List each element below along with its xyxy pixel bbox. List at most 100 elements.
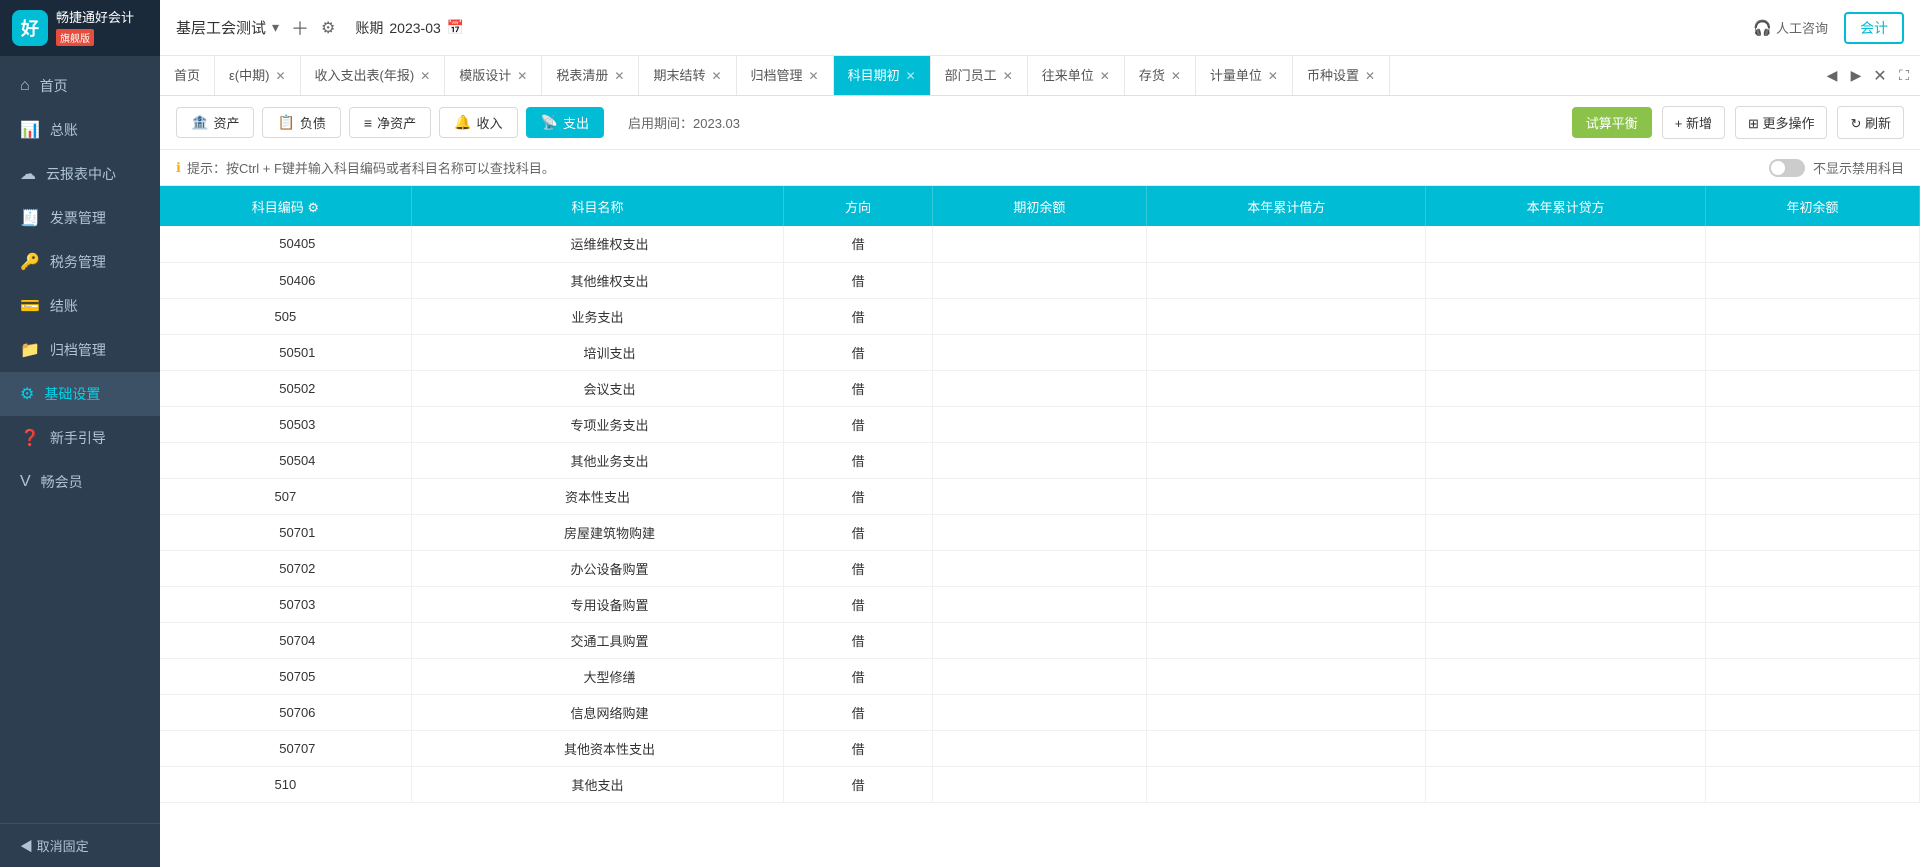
calendar-icon[interactable]: 📅 [447, 19, 464, 36]
sidebar-item-畅会员[interactable]: V畅会员 [0, 460, 160, 504]
tab-close-3[interactable]: ✕ [517, 56, 527, 96]
tab-10[interactable]: 存货✕ [1125, 56, 1196, 96]
tab-close-2[interactable]: ✕ [420, 56, 430, 96]
sidebar-item-云报表中心[interactable]: ☁云报表中心 [0, 152, 160, 196]
tab-12[interactable]: 币种设置✕ [1293, 56, 1390, 96]
tab-close-10[interactable]: ✕ [1171, 56, 1181, 96]
sidebar-nav: ⌂首页📊总账☁云报表中心🧾发票管理🔑税务管理💳结账📁归档管理⚙基础设置❓新手引导… [0, 56, 160, 823]
consulting-btn[interactable]: 🎧 人工咨询 [1753, 18, 1828, 37]
sidebar-label-9: 畅会员 [41, 472, 83, 492]
col-header-2: 方向 [784, 186, 933, 226]
table-row[interactable]: 50705大型修缮借 [160, 658, 1920, 694]
cell-name-11: 交通工具购置 [411, 622, 784, 658]
more-btn[interactable]: ⊞ 更多操作 [1735, 106, 1828, 139]
sidebar-item-结账[interactable]: 💳结账 [0, 284, 160, 328]
cell-dir-15: 借 [784, 766, 933, 802]
tab-8[interactable]: 部门员工✕ [931, 56, 1028, 96]
cell-name-3: 培训支出 [411, 334, 784, 370]
sidebar-item-新手引导[interactable]: ❓新手引导 [0, 416, 160, 460]
tab-7[interactable]: 科目期初✕ [834, 56, 931, 96]
col-header-1: 科目名称 [411, 186, 784, 226]
tab-11[interactable]: 计量单位✕ [1196, 56, 1293, 96]
accounts-table-wrapper: 科目编码 ⚙科目名称方向期初余额本年累计借方本年累计贷方年初余额 50405运维… [160, 186, 1920, 867]
sub-tab-负债[interactable]: 📋负债 [262, 107, 340, 138]
table-row[interactable]: 50703专用设备购置借 [160, 586, 1920, 622]
tab-1[interactable]: ε(中期)✕ [215, 56, 301, 96]
cell-dir-3: 借 [784, 334, 933, 370]
cell-name-1: 其他维权支出 [411, 262, 784, 298]
tab-close-12[interactable]: ✕ [1365, 56, 1375, 96]
sub-tab-收入[interactable]: 🔔收入 [439, 107, 517, 138]
cell-val-8-2 [1426, 514, 1705, 550]
cell-dir-10: 借 [784, 586, 933, 622]
tab-0[interactable]: 首页 [160, 56, 215, 96]
cell-val-8-3 [1705, 514, 1919, 550]
table-row[interactable]: 50405运维维权支出借 [160, 226, 1920, 262]
table-row[interactable]: 50706信息网络购建借 [160, 694, 1920, 730]
sub-tab-净资产[interactable]: ≡净资产 [349, 107, 431, 138]
cell-val-1-0 [932, 262, 1146, 298]
tab-close-6[interactable]: ✕ [809, 56, 819, 96]
tab-expand-btn[interactable]: ⛶ [1892, 64, 1916, 88]
tab-4[interactable]: 税表清册✕ [542, 56, 639, 96]
sidebar-item-总账[interactable]: 📊总账 [0, 108, 160, 152]
table-row[interactable]: 50501培训支出借 [160, 334, 1920, 370]
table-row[interactable]: 50503专项业务支出借 [160, 406, 1920, 442]
tabs-bar: 首页ε(中期)✕收入支出表(年报)✕模版设计✕税表清册✕期末结转✕归档管理✕科目… [160, 56, 1920, 96]
tab-next-btn[interactable]: ▶ [1844, 64, 1868, 88]
table-row[interactable]: 50504其他业务支出借 [160, 442, 1920, 478]
sub-tab-label-2: 净资产 [377, 113, 416, 132]
settings-btn[interactable]: ⚙ [321, 18, 335, 38]
cell-val-6-2 [1426, 442, 1705, 478]
table-row[interactable]: 50704交通工具购置借 [160, 622, 1920, 658]
sidebar-item-发票管理[interactable]: 🧾发票管理 [0, 196, 160, 240]
sidebar-item-首页[interactable]: ⌂首页 [0, 64, 160, 108]
sidebar-icon-4: 🔑 [20, 252, 40, 272]
refresh-btn[interactable]: ↻ 刷新 [1837, 106, 1904, 139]
tab-6[interactable]: 归档管理✕ [737, 56, 834, 96]
tab-close-11[interactable]: ✕ [1268, 56, 1278, 96]
trial-balance-btn[interactable]: 试算平衡 [1572, 107, 1652, 138]
sidebar-icon-3: 🧾 [20, 208, 40, 228]
tab-3[interactable]: 模版设计✕ [445, 56, 542, 96]
tab-9[interactable]: 往来单位✕ [1028, 56, 1125, 96]
sub-tab-资产[interactable]: 🏦资产 [176, 107, 254, 138]
tab-5[interactable]: 期末结转✕ [639, 56, 736, 96]
table-row[interactable]: 50502会议支出借 [160, 370, 1920, 406]
col-header-3: 期初余额 [932, 186, 1146, 226]
sub-tab-支出[interactable]: 📡支出 [526, 107, 604, 138]
tab-prev-btn[interactable]: ◀ [1820, 64, 1844, 88]
sidebar-item-税务管理[interactable]: 🔑税务管理 [0, 240, 160, 284]
cell-dir-12: 借 [784, 658, 933, 694]
cell-code-5: 50503 [160, 406, 411, 442]
tab-2[interactable]: 收入支出表(年报)✕ [301, 56, 446, 96]
period-label: 账期 [355, 18, 383, 38]
table-row[interactable]: 50707其他资本性支出借 [160, 730, 1920, 766]
tab-close-all-btn[interactable]: ✕ [1868, 64, 1892, 88]
company-dropdown-btn[interactable]: ▾ [272, 19, 279, 36]
table-row[interactable]: 50702办公设备购置借 [160, 550, 1920, 586]
table-row[interactable]: 505业务支出借 [160, 298, 1920, 334]
sidebar-item-归档管理[interactable]: 📁归档管理 [0, 328, 160, 372]
tab-close-5[interactable]: ✕ [711, 56, 721, 96]
sidebar-label-0: 首页 [40, 76, 68, 96]
cell-val-7-2 [1426, 478, 1705, 514]
cell-val-2-0 [932, 298, 1146, 334]
table-row[interactable]: 50406其他维权支出借 [160, 262, 1920, 298]
cell-code-1: 50406 [160, 262, 411, 298]
table-row[interactable]: 50701房屋建筑物购建借 [160, 514, 1920, 550]
sidebar-collapse-btn[interactable]: ◀ 取消固定 [0, 823, 160, 867]
tab-close-8[interactable]: ✕ [1003, 56, 1013, 96]
add-btn[interactable]: + 新增 [1662, 106, 1725, 139]
add-company-btn[interactable]: ＋ [291, 15, 309, 41]
disable-toggle[interactable] [1769, 159, 1805, 177]
table-row[interactable]: 510其他支出借 [160, 766, 1920, 802]
sidebar-item-基础设置[interactable]: ⚙基础设置 [0, 372, 160, 416]
tab-close-7[interactable]: ✕ [906, 56, 916, 96]
tab-close-9[interactable]: ✕ [1100, 56, 1110, 96]
table-row[interactable]: 507资本性支出借 [160, 478, 1920, 514]
user-role-btn[interactable]: 会计 [1844, 12, 1904, 44]
col-settings-icon[interactable]: ⚙ [307, 200, 319, 215]
tab-close-4[interactable]: ✕ [614, 56, 624, 96]
tab-close-1[interactable]: ✕ [275, 56, 285, 96]
